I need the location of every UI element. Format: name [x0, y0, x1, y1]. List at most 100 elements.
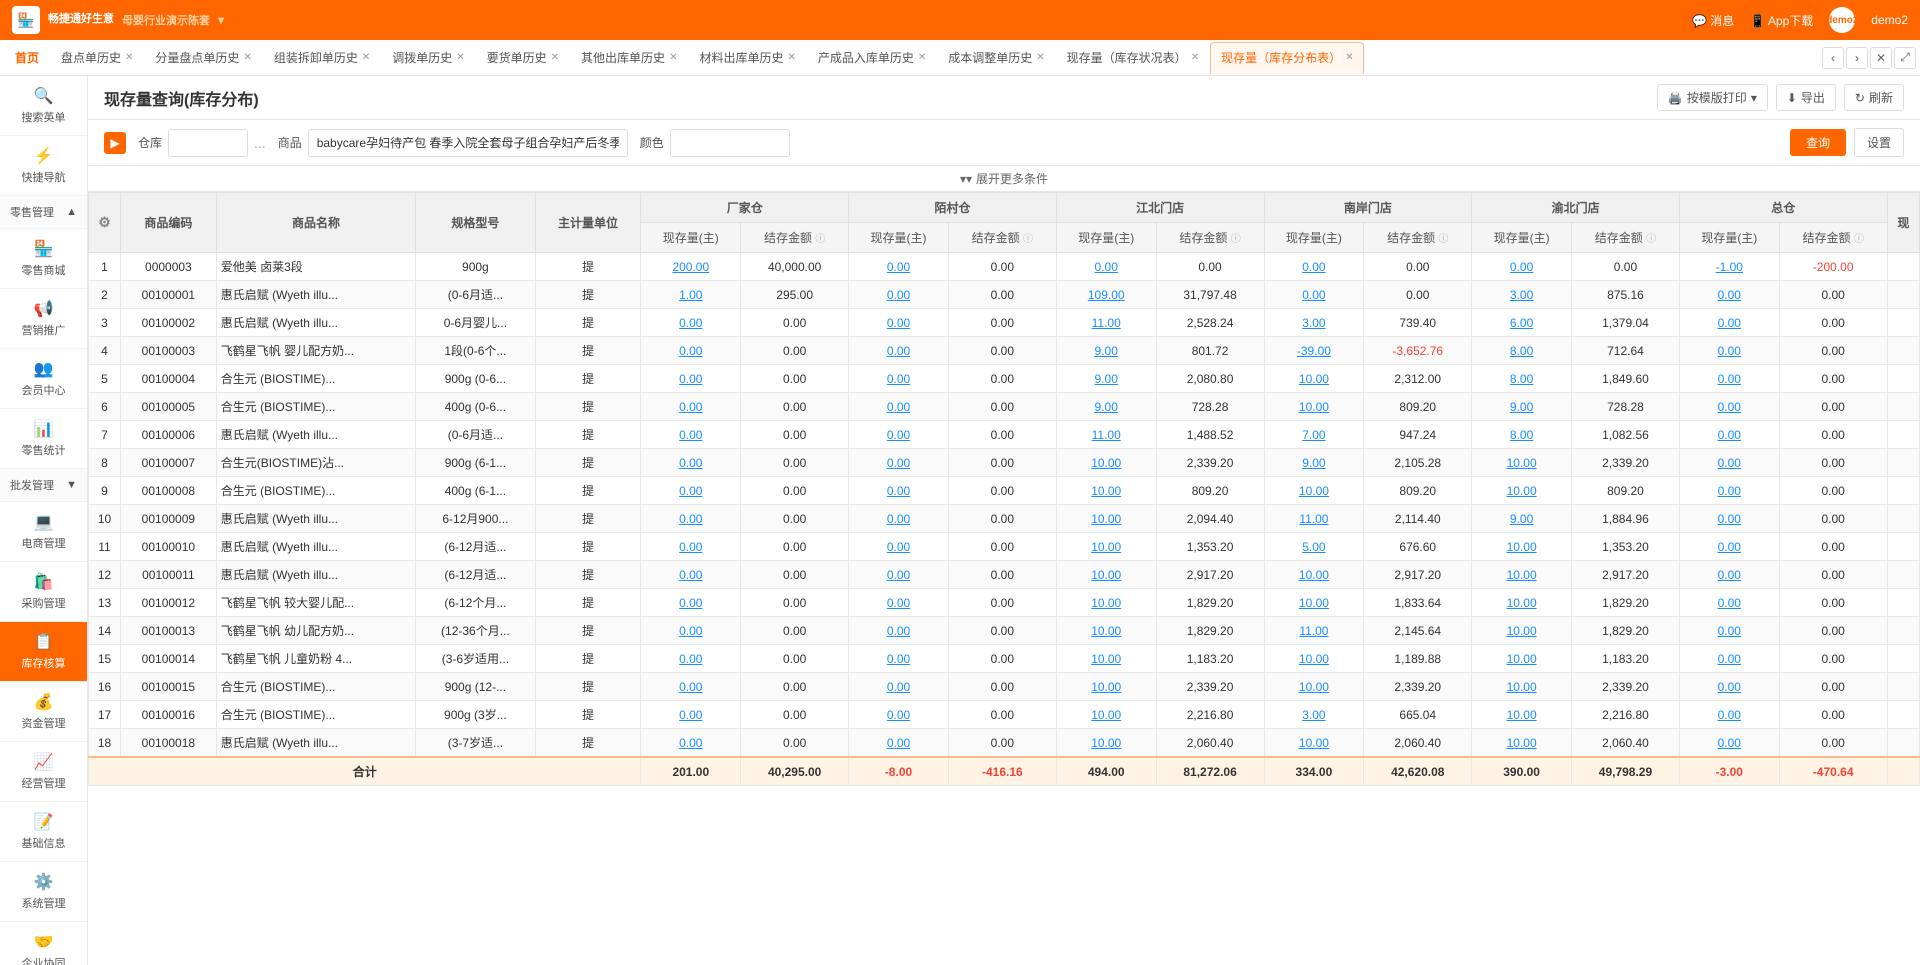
fj-qty-cell[interactable]: 0.00: [641, 561, 741, 589]
total-qty-cell[interactable]: 0.00: [1679, 729, 1779, 758]
total-qty-cell[interactable]: 0.00: [1679, 505, 1779, 533]
fj-qty-cell[interactable]: 0.00: [641, 701, 741, 729]
total-qty-cell[interactable]: 0.00: [1679, 589, 1779, 617]
info-icon[interactable]: ⓘ: [1438, 234, 1448, 245]
mc-qty-cell[interactable]: 0.00: [849, 673, 949, 701]
total-qty-cell[interactable]: -1.00: [1679, 253, 1779, 281]
info-icon[interactable]: ⓘ: [1231, 234, 1241, 245]
sidebar-item-system[interactable]: ⚙️ 系统管理: [0, 862, 87, 922]
info-icon[interactable]: ⓘ: [1646, 234, 1656, 245]
na-qty-cell[interactable]: 10.00: [1264, 561, 1364, 589]
user-name[interactable]: demo2: [1871, 13, 1908, 27]
mc-qty-cell[interactable]: 0.00: [849, 421, 949, 449]
jb-qty-cell[interactable]: 10.00: [1056, 589, 1156, 617]
close-icon[interactable]: ✕: [362, 52, 370, 63]
na-qty-cell[interactable]: 11.00: [1264, 617, 1364, 645]
jb-qty-cell[interactable]: 9.00: [1056, 365, 1156, 393]
total-qty-cell[interactable]: 0.00: [1679, 617, 1779, 645]
yb-qty-cell[interactable]: 10.00: [1472, 561, 1572, 589]
tab-transfer[interactable]: 调拨单历史 ✕: [381, 42, 475, 74]
fj-qty-cell[interactable]: 0.00: [641, 449, 741, 477]
yb-qty-cell[interactable]: 10.00: [1472, 449, 1572, 477]
jb-qty-cell[interactable]: 11.00: [1056, 421, 1156, 449]
total-qty-cell[interactable]: 0.00: [1679, 561, 1779, 589]
sidebar-item-quick-nav[interactable]: ⚡ 快捷导航: [0, 136, 87, 196]
mc-qty-cell[interactable]: 0.00: [849, 393, 949, 421]
yb-qty-cell[interactable]: 8.00: [1472, 421, 1572, 449]
jb-qty-cell[interactable]: 10.00: [1056, 673, 1156, 701]
gear-icon[interactable]: ⚙: [98, 214, 111, 230]
sidebar-item-retail-stats[interactable]: 📊 零售统计: [0, 409, 87, 469]
mc-qty-cell[interactable]: 0.00: [849, 477, 949, 505]
close-icon[interactable]: ✕: [1191, 52, 1199, 63]
na-qty-cell[interactable]: 7.00: [1264, 421, 1364, 449]
yb-qty-cell[interactable]: 10.00: [1472, 673, 1572, 701]
sidebar-item-member[interactable]: 👥 会员中心: [0, 349, 87, 409]
close-icon[interactable]: ✕: [1345, 52, 1353, 63]
tab-other-out[interactable]: 其他出库单历史 ✕: [570, 42, 688, 74]
expand-more-btn[interactable]: ▾▾ 展开更多条件: [960, 170, 1048, 187]
sidebar-item-marketing[interactable]: 📢 营销推广: [0, 289, 87, 349]
na-qty-cell[interactable]: 3.00: [1264, 701, 1364, 729]
yb-qty-cell[interactable]: 10.00: [1472, 589, 1572, 617]
mc-qty-cell[interactable]: 0.00: [849, 589, 949, 617]
sidebar-item-retail-mgmt[interactable]: 零售管理 ▲: [0, 196, 87, 229]
mc-qty-cell[interactable]: 0.00: [849, 729, 949, 758]
tab-close-btn[interactable]: ✕: [1870, 47, 1892, 69]
fj-qty-cell[interactable]: 0.00: [641, 309, 741, 337]
tab-material-out[interactable]: 材料出库单历史 ✕: [688, 42, 806, 74]
total-qty-cell[interactable]: 0.00: [1679, 309, 1779, 337]
mc-qty-cell[interactable]: 0.00: [849, 701, 949, 729]
close-icon[interactable]: ✕: [669, 52, 677, 63]
yb-qty-cell[interactable]: 3.00: [1472, 281, 1572, 309]
dropdown-arrow-icon[interactable]: ▾: [218, 13, 224, 27]
mc-qty-cell[interactable]: 0.00: [849, 505, 949, 533]
sidebar-item-finance[interactable]: 💰 资金管理: [0, 682, 87, 742]
color-input[interactable]: [670, 129, 790, 157]
mc-qty-cell[interactable]: 0.00: [849, 337, 949, 365]
na-qty-cell[interactable]: -39.00: [1264, 337, 1364, 365]
close-icon[interactable]: ✕: [918, 52, 926, 63]
na-qty-cell[interactable]: 5.00: [1264, 533, 1364, 561]
jb-qty-cell[interactable]: 10.00: [1056, 449, 1156, 477]
tab-inventory-count[interactable]: 盘点单历史 ✕: [50, 42, 144, 74]
yb-qty-cell[interactable]: 9.00: [1472, 505, 1572, 533]
mc-qty-cell[interactable]: 0.00: [849, 449, 949, 477]
refresh-btn[interactable]: ↻ 刷新: [1844, 84, 1904, 111]
close-icon[interactable]: ✕: [551, 52, 559, 63]
yb-qty-cell[interactable]: 8.00: [1472, 337, 1572, 365]
total-qty-cell[interactable]: 0.00: [1679, 281, 1779, 309]
jb-qty-cell[interactable]: 9.00: [1056, 393, 1156, 421]
close-icon[interactable]: ✕: [125, 52, 133, 63]
sidebar-item-enterprise[interactable]: 🤝 企业协同: [0, 922, 87, 965]
tab-split-count[interactable]: 分量盘点单历史 ✕: [144, 42, 262, 74]
tab-requisition[interactable]: 要货单历史 ✕: [476, 42, 570, 74]
na-qty-cell[interactable]: 10.00: [1264, 393, 1364, 421]
yb-qty-cell[interactable]: 10.00: [1472, 617, 1572, 645]
sidebar-item-search[interactable]: 🔍 搜索英单: [0, 76, 87, 136]
mc-qty-cell[interactable]: 0.00: [849, 561, 949, 589]
goods-input[interactable]: [308, 129, 628, 157]
na-qty-cell[interactable]: 11.00: [1264, 505, 1364, 533]
total-qty-cell[interactable]: 0.00: [1679, 477, 1779, 505]
yb-qty-cell[interactable]: 6.00: [1472, 309, 1572, 337]
mc-qty-cell[interactable]: 0.00: [849, 645, 949, 673]
tab-assemble[interactable]: 组装拆卸单历史 ✕: [263, 42, 381, 74]
yb-qty-cell[interactable]: 10.00: [1472, 729, 1572, 758]
fj-qty-cell[interactable]: 0.00: [641, 365, 741, 393]
total-qty-cell[interactable]: 0.00: [1679, 449, 1779, 477]
info-icon[interactable]: ⓘ: [1854, 234, 1864, 245]
fj-qty-cell[interactable]: 0.00: [641, 393, 741, 421]
yb-qty-cell[interactable]: 10.00: [1472, 477, 1572, 505]
jb-qty-cell[interactable]: 9.00: [1056, 337, 1156, 365]
sidebar-item-basics[interactable]: 📝 基础信息: [0, 802, 87, 862]
jb-qty-cell[interactable]: 10.00: [1056, 477, 1156, 505]
jb-qty-cell[interactable]: 10.00: [1056, 701, 1156, 729]
na-qty-cell[interactable]: 10.00: [1264, 589, 1364, 617]
warehouse-input[interactable]: [168, 129, 248, 157]
total-qty-cell[interactable]: 0.00: [1679, 673, 1779, 701]
yb-qty-cell[interactable]: 9.00: [1472, 393, 1572, 421]
na-qty-cell[interactable]: 0.00: [1264, 281, 1364, 309]
fj-qty-cell[interactable]: 0.00: [641, 673, 741, 701]
na-qty-cell[interactable]: 10.00: [1264, 673, 1364, 701]
